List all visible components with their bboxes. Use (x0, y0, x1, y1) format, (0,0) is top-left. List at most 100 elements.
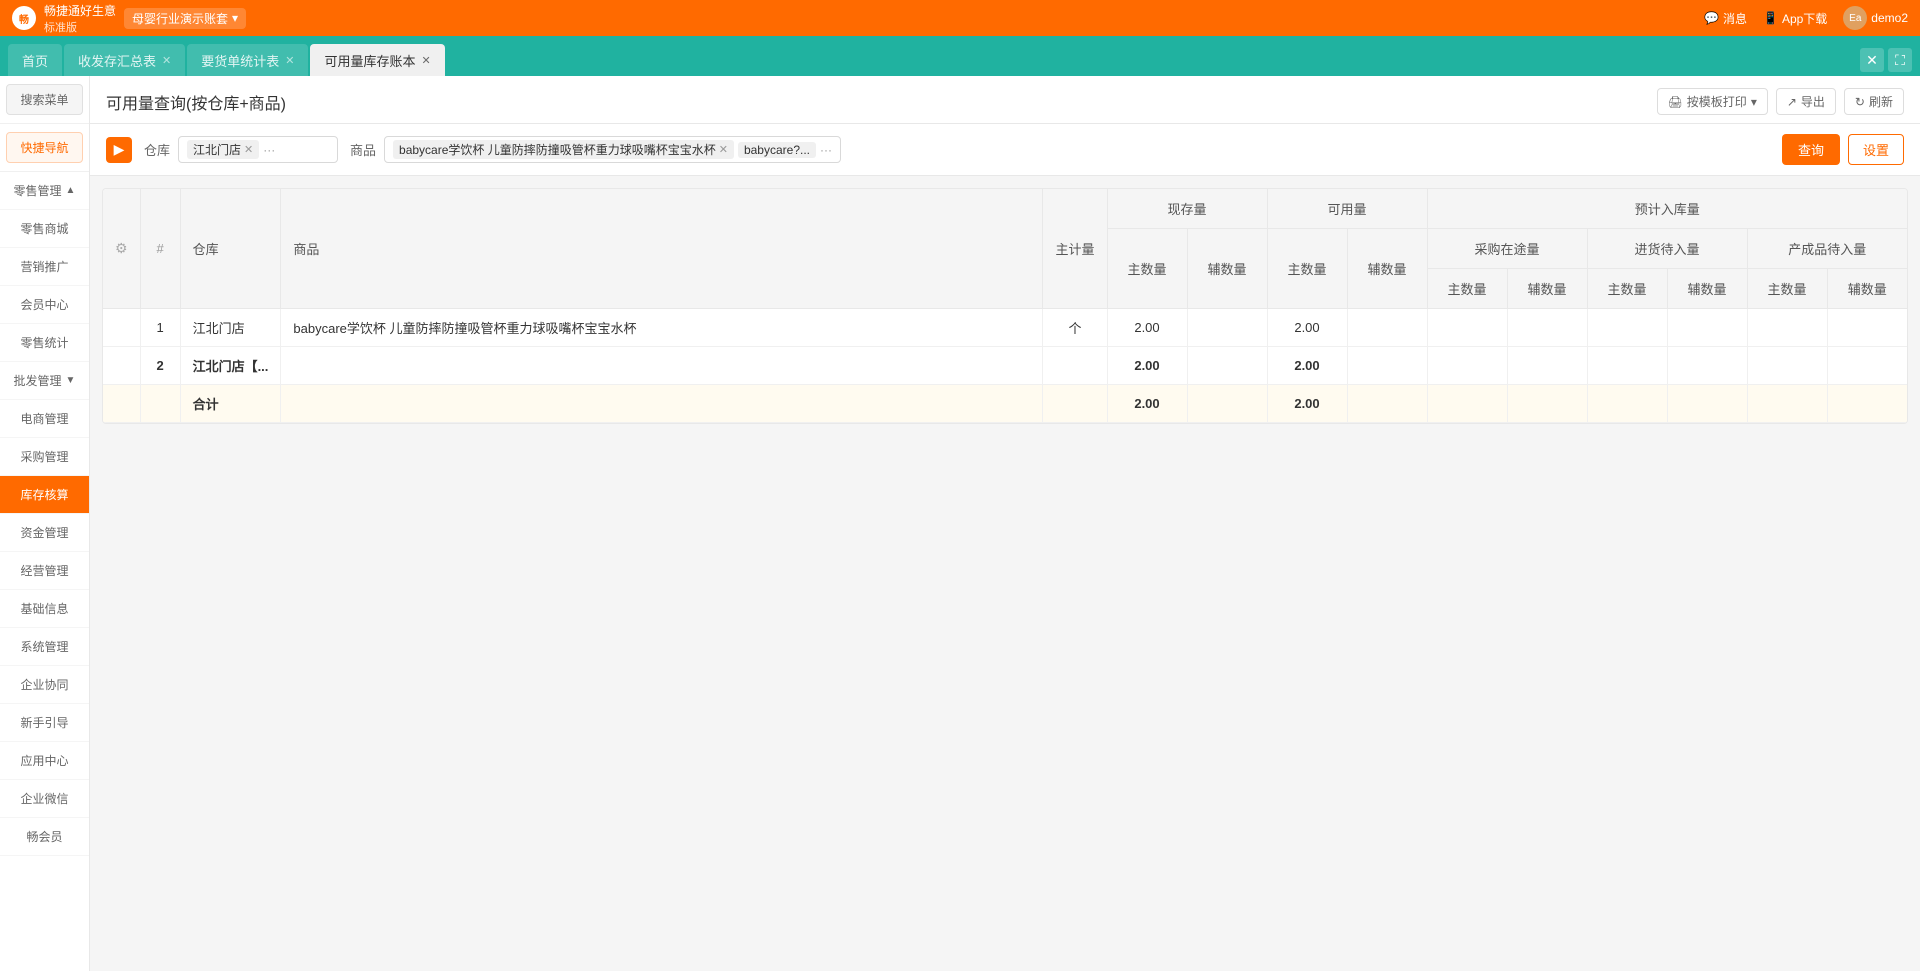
product-input[interactable]: babycare学饮杯 儿童防摔防撞吸管杯重力球吸嘴杯宝宝水杯 ✕ babyca… (384, 136, 841, 163)
sidebar-item-system-mgmt[interactable]: 系统管理 (0, 628, 89, 666)
search-menu-btn[interactable]: 搜索菜单 (6, 84, 83, 115)
print-icon: 🖨 (1668, 95, 1683, 109)
tab-order-stats-close[interactable]: ✕ (285, 54, 294, 67)
tab-receive-pay[interactable]: 收发存汇总表 ✕ (64, 44, 185, 76)
col-index-header: # (140, 189, 180, 309)
sidebar-item-enterprise-wechat[interactable]: 企业微信 (0, 780, 89, 818)
main-layout: 搜索菜单 快捷导航 零售管理 ▲ 零售商城 营销推广 会员中心 零售统计 批发管… (0, 76, 1920, 971)
row-1-current-main: 2.00 (1107, 309, 1187, 347)
warehouse-filter-group: 仓库 江北门店 ✕ ··· (144, 136, 338, 163)
sidebar-search-section: 搜索菜单 (0, 76, 89, 124)
export-icon: ↗ (1787, 95, 1797, 109)
footer-product (281, 385, 1043, 423)
settings-button[interactable]: 设置 (1848, 134, 1904, 165)
refresh-icon: ↻ (1855, 95, 1865, 109)
table-row: 1 江北门店 babycare学饮杯 儿童防摔防撞吸管杯重力球吸嘴杯宝宝水杯 个… (103, 309, 1907, 347)
query-button[interactable]: 查询 (1782, 134, 1840, 165)
warehouse-more-btn[interactable]: ··· (263, 143, 275, 157)
row-1-current-aux (1187, 309, 1267, 347)
print-btn[interactable]: 🖨 按模板打印 ▾ (1657, 88, 1768, 115)
sidebar-item-enterprise-collab[interactable]: 企业协同 (0, 666, 89, 704)
footer-label: 合计 (180, 385, 281, 423)
col-available-header: 可用量 (1267, 189, 1427, 229)
footer-purchase-transit-main (1427, 385, 1507, 423)
filter-actions: 查询 设置 (1782, 134, 1904, 165)
wholesale-mgmt-arrow: ▼ (66, 375, 76, 386)
page-header-actions: 🖨 按模板打印 ▾ ↗ 导出 ↻ 刷新 (1657, 88, 1904, 115)
row-1-available-aux (1347, 309, 1427, 347)
col-planned-in-header: 预计入库量 (1427, 189, 1907, 229)
row-2-unit (1043, 347, 1107, 385)
sidebar-item-finance-mgmt[interactable]: 资金管理 (0, 514, 89, 552)
app-download-btn[interactable]: 📱 App下载 (1763, 10, 1827, 27)
nav-close-btn[interactable]: ✕ (1860, 48, 1884, 72)
col-current-stock-header: 现存量 (1107, 189, 1267, 229)
tab-home[interactable]: 首页 (8, 44, 62, 76)
table-settings-icon[interactable]: ⚙ (115, 240, 128, 256)
sidebar-item-operations-mgmt[interactable]: 经营管理 (0, 552, 89, 590)
sidebar-nav-section: 快捷导航 (0, 124, 89, 172)
row-2-import-pending-aux (1667, 347, 1747, 385)
row-1-purchase-transit-aux (1507, 309, 1587, 347)
sidebar-item-ecommerce-mgmt[interactable]: 电商管理 (0, 400, 89, 438)
col-purchase-transit-header: 采购在途量 (1427, 229, 1587, 269)
col-import-pending-main: 主数量 (1587, 269, 1667, 309)
row-1-unit: 个 (1043, 309, 1107, 347)
warehouse-tag-0-close[interactable]: ✕ (244, 143, 253, 156)
tab-order-stats[interactable]: 要货单统计表 ✕ (187, 44, 308, 76)
sidebar-item-vip-member[interactable]: 畅会员 (0, 818, 89, 856)
footer-product-pending-aux (1827, 385, 1907, 423)
footer-available-aux (1347, 385, 1427, 423)
print-arrow-icon: ▾ (1751, 95, 1757, 109)
col-product-pending-aux: 辅数量 (1827, 269, 1907, 309)
page-header: 可用量查询(按仓库+商品) 🖨 按模板打印 ▾ ↗ 导出 ↻ 刷新 (90, 76, 1920, 124)
footer-purchase-transit-aux (1507, 385, 1587, 423)
tenant-selector[interactable]: 母婴行业演示账套 ▾ (124, 8, 246, 29)
sidebar-item-purchase-mgmt[interactable]: 采购管理 (0, 438, 89, 476)
message-btn[interactable]: 💬 消息 (1704, 10, 1747, 27)
sidebar-item-retail-mall[interactable]: 零售商城 (0, 210, 89, 248)
col-import-pending-header: 进货待入量 (1587, 229, 1747, 269)
col-available-aux-header: 辅数量 (1347, 229, 1427, 309)
row-2-import-pending-main (1587, 347, 1667, 385)
sidebar-item-basic-info[interactable]: 基础信息 (0, 590, 89, 628)
row-2-available-aux (1347, 347, 1427, 385)
row-2-purchase-transit-aux (1507, 347, 1587, 385)
refresh-btn[interactable]: ↻ 刷新 (1844, 88, 1904, 115)
warehouse-input[interactable]: 江北门店 ✕ ··· (178, 136, 338, 163)
tab-receive-pay-close[interactable]: ✕ (162, 54, 171, 67)
data-table-wrapper: ⚙ # 仓库 商品 主计量 现存量 可用量 预计入库量 主数量 辅 (102, 188, 1908, 424)
col-import-pending-aux: 辅数量 (1667, 269, 1747, 309)
col-product-header: 商品 (281, 189, 1043, 309)
product-tag-0-close[interactable]: ✕ (719, 143, 728, 156)
sidebar-item-retail-stats[interactable]: 零售统计 (0, 324, 89, 362)
col-warehouse-header: 仓库 (180, 189, 281, 309)
export-btn[interactable]: ↗ 导出 (1776, 88, 1836, 115)
row-1-purchase-transit-main (1427, 309, 1507, 347)
footer-unit (1043, 385, 1107, 423)
nav-right-btns: ✕ ⛶ (1860, 48, 1912, 72)
product-label: 商品 (350, 140, 376, 159)
sidebar-item-marketing[interactable]: 营销推广 (0, 248, 89, 286)
sidebar-item-member-center[interactable]: 会员中心 (0, 286, 89, 324)
nav-expand-btn[interactable]: ⛶ (1888, 48, 1912, 72)
table-footer-row: 合计 2.00 2.00 (103, 385, 1907, 423)
row-2-product-pending-aux (1827, 347, 1907, 385)
footer-import-pending-main (1587, 385, 1667, 423)
sidebar-item-wholesale-mgmt[interactable]: 批发管理 ▼ (0, 362, 89, 400)
sidebar-item-retail-mgmt[interactable]: 零售管理 ▲ (0, 172, 89, 210)
sidebar-item-new-guide[interactable]: 新手引导 (0, 704, 89, 742)
tab-available-stock[interactable]: 可用量库存账本 ✕ (310, 44, 444, 76)
quick-nav-btn[interactable]: 快捷导航 (6, 132, 83, 163)
page-title: 可用量查询(按仓库+商品) (106, 90, 286, 114)
sidebar-item-app-center[interactable]: 应用中心 (0, 742, 89, 780)
sidebar-item-inventory-check[interactable]: 库存核算 (0, 476, 89, 514)
tab-available-stock-close[interactable]: ✕ (422, 54, 431, 67)
footer-current-main: 2.00 (1107, 385, 1187, 423)
user-menu[interactable]: Ea demo2 (1843, 6, 1908, 30)
col-purchase-transit-aux: 辅数量 (1507, 269, 1587, 309)
product-more-btn[interactable]: ··· (820, 143, 832, 157)
expand-filter-btn[interactable]: ▶ (106, 137, 132, 163)
row-2-purchase-transit-main (1427, 347, 1507, 385)
col-settings-header: ⚙ (103, 189, 140, 309)
